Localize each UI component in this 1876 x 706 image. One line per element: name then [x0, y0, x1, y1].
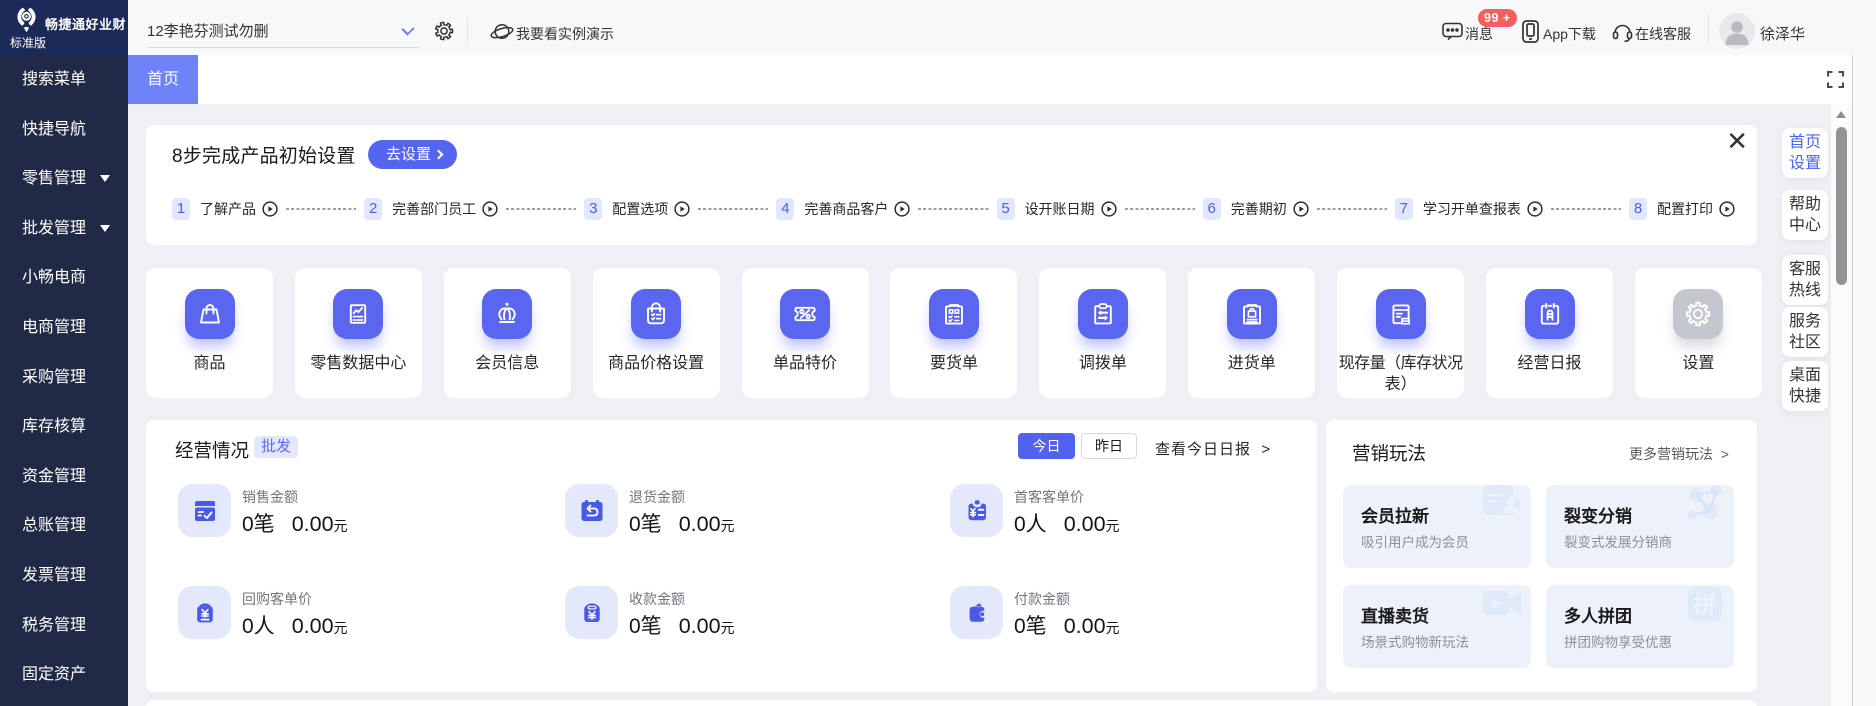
svg-text:拼: 拼	[1693, 592, 1717, 619]
